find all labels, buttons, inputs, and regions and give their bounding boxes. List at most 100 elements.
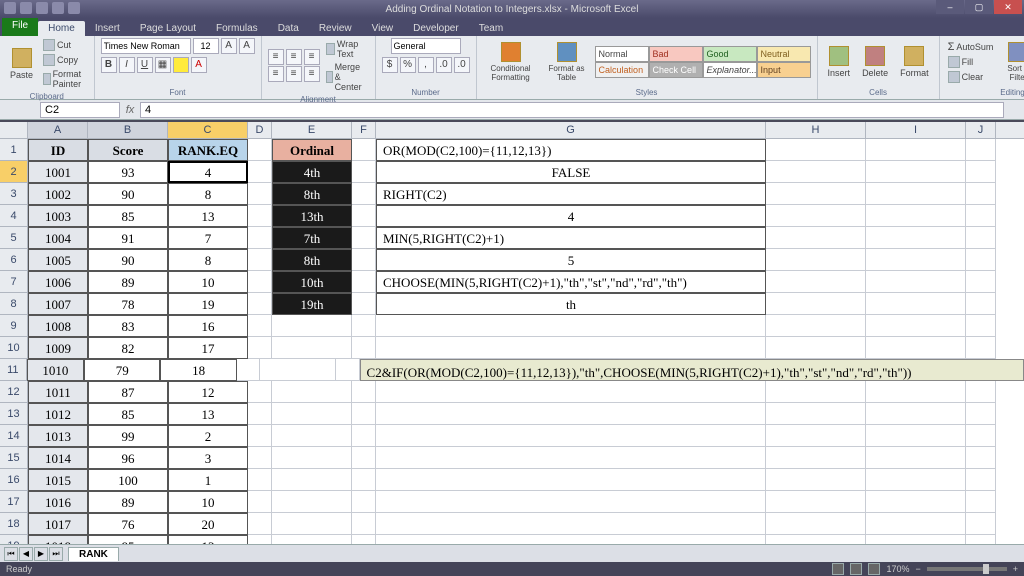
font-color-button[interactable]: A	[191, 57, 207, 73]
font-name-select[interactable]	[101, 38, 191, 54]
paste-button[interactable]: Paste	[6, 46, 37, 82]
cell-formula[interactable]: MIN(5,RIGHT(C2)+1)	[376, 227, 766, 249]
cell-ordinal[interactable]: 19th	[272, 293, 352, 315]
cell[interactable]	[376, 381, 766, 403]
cell[interactable]	[866, 403, 966, 425]
column-header-f[interactable]: F	[352, 122, 376, 138]
cell[interactable]	[248, 205, 272, 227]
column-header-c[interactable]: C	[168, 122, 248, 138]
tab-insert[interactable]: Insert	[85, 21, 130, 36]
cell[interactable]	[766, 425, 866, 447]
cell[interactable]	[260, 359, 336, 381]
cell[interactable]	[866, 447, 966, 469]
cell[interactable]	[766, 403, 866, 425]
maximize-button[interactable]: ▢	[965, 0, 993, 14]
cell-score[interactable]: 85	[88, 205, 168, 227]
row-header[interactable]: 1	[0, 139, 28, 161]
cell[interactable]	[352, 227, 376, 249]
row-header[interactable]: 5	[0, 227, 28, 249]
cell-score[interactable]: 99	[88, 425, 168, 447]
align-right-button[interactable]: ≡	[304, 66, 320, 82]
cell[interactable]	[866, 249, 966, 271]
insert-cells-button[interactable]: Insert	[824, 44, 855, 80]
cell[interactable]	[966, 447, 996, 469]
cell[interactable]	[766, 535, 866, 544]
cell[interactable]	[966, 271, 996, 293]
cell[interactable]	[966, 161, 996, 183]
cell-score[interactable]: 89	[88, 491, 168, 513]
cell[interactable]	[376, 535, 766, 544]
cell[interactable]	[352, 161, 376, 183]
style-bad[interactable]: Bad	[649, 46, 703, 62]
cell[interactable]	[866, 425, 966, 447]
cell-id[interactable]: 1009	[28, 337, 88, 359]
cell[interactable]	[336, 359, 359, 381]
cell-formula[interactable]: FALSE	[376, 161, 766, 183]
cell[interactable]	[866, 513, 966, 535]
cell-ordinal[interactable]: 10th	[272, 271, 352, 293]
close-button[interactable]: ✕	[994, 0, 1022, 14]
column-header-e[interactable]: E	[272, 122, 352, 138]
clear-button[interactable]: Clear	[946, 70, 996, 84]
tab-data[interactable]: Data	[268, 21, 309, 36]
decrease-decimal-button[interactable]: .0	[454, 57, 470, 73]
cell[interactable]	[248, 293, 272, 315]
sheet-first-button[interactable]: ⏮	[4, 547, 18, 561]
percent-button[interactable]: %	[400, 57, 416, 73]
cell-rank[interactable]: 20	[168, 513, 248, 535]
underline-button[interactable]: U	[137, 57, 153, 73]
cell[interactable]	[866, 337, 966, 359]
cell-rank[interactable]: 18	[160, 359, 236, 381]
fill-button[interactable]: Fill	[946, 55, 996, 69]
cell[interactable]	[866, 535, 966, 544]
row-header[interactable]: 18	[0, 513, 28, 535]
cell[interactable]	[272, 337, 352, 359]
cell[interactable]	[376, 337, 766, 359]
increase-decimal-button[interactable]: .0	[436, 57, 452, 73]
row-header[interactable]: 7	[0, 271, 28, 293]
row-header[interactable]: 4	[0, 205, 28, 227]
cell-formula[interactable]: RIGHT(C2)	[376, 183, 766, 205]
row-header[interactable]: 3	[0, 183, 28, 205]
cell[interactable]	[272, 535, 352, 544]
shrink-font-button[interactable]: A	[239, 38, 255, 54]
cell[interactable]	[352, 205, 376, 227]
row-header[interactable]: 9	[0, 315, 28, 337]
bold-button[interactable]: B	[101, 57, 117, 73]
cell-score[interactable]: 96	[88, 447, 168, 469]
sheet-next-button[interactable]: ▶	[34, 547, 48, 561]
cell-score[interactable]: 78	[88, 293, 168, 315]
cell-id[interactable]: 1012	[28, 403, 88, 425]
spreadsheet-grid[interactable]: ABCDEFGHIJ 1IDScoreRANK.EQOrdinalOR(MOD(…	[0, 122, 1024, 544]
delete-cells-button[interactable]: Delete	[858, 44, 892, 80]
cell-score[interactable]: 91	[88, 227, 168, 249]
align-left-button[interactable]: ≡	[268, 66, 284, 82]
cell[interactable]	[966, 403, 996, 425]
cell-rank[interactable]: 13	[168, 403, 248, 425]
cell[interactable]	[376, 447, 766, 469]
italic-button[interactable]: I	[119, 57, 135, 73]
cell[interactable]	[248, 183, 272, 205]
row-header[interactable]: 15	[0, 447, 28, 469]
cell-ordinal[interactable]: 8th	[272, 183, 352, 205]
cell-score[interactable]: 79	[84, 359, 160, 381]
cell[interactable]	[866, 161, 966, 183]
cell-score[interactable]: 87	[88, 381, 168, 403]
row-header[interactable]: 2	[0, 161, 28, 183]
cut-button[interactable]: Cut	[41, 38, 88, 52]
style-check-cell[interactable]: Check Cell	[649, 62, 703, 78]
header-ordinal[interactable]: Ordinal	[272, 139, 352, 161]
redo-icon[interactable]	[36, 2, 48, 14]
formula-cell[interactable]: OR(MOD(C2,100)={11,12,13})	[376, 139, 766, 161]
cell[interactable]	[766, 491, 866, 513]
cell[interactable]	[352, 535, 376, 544]
cell[interactable]	[866, 469, 966, 491]
style-normal[interactable]: Normal	[595, 46, 649, 62]
cell[interactable]	[966, 183, 996, 205]
cell[interactable]	[376, 469, 766, 491]
cell[interactable]	[248, 513, 272, 535]
format-as-table-button[interactable]: Format as Table	[543, 40, 591, 84]
cell[interactable]	[272, 381, 352, 403]
column-header-g[interactable]: G	[376, 122, 766, 138]
cell[interactable]	[866, 183, 966, 205]
